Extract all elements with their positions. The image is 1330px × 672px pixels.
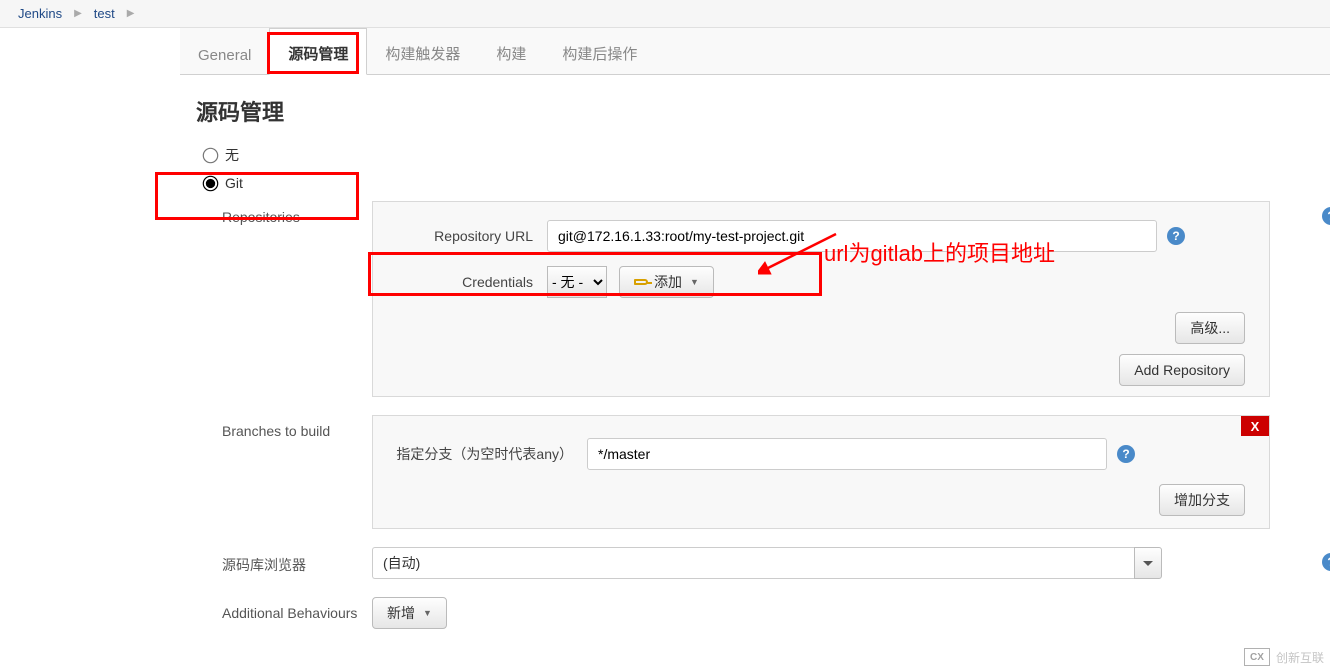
select-credentials[interactable]: - 无 - — [547, 266, 607, 298]
input-repo-url[interactable] — [547, 220, 1157, 252]
help-icon[interactable]: ? — [1167, 227, 1185, 245]
chevron-right-icon: ▶ — [70, 8, 86, 19]
add-repository-button[interactable]: Add Repository — [1119, 354, 1245, 386]
tab-scm[interactable]: 源码管理 — [269, 28, 367, 75]
help-icon[interactable]: ? — [1117, 445, 1135, 463]
chevron-down-icon: ▼ — [423, 608, 432, 618]
chevron-right-icon: ▶ — [123, 8, 139, 19]
scm-option-none[interactable]: 无 — [196, 145, 1310, 165]
breadcrumb-jenkins[interactable]: Jenkins — [10, 6, 70, 21]
breadcrumb: Jenkins ▶ test ▶ — [0, 0, 1330, 28]
label-repo-browser: 源码库浏览器 — [222, 547, 372, 575]
add-branch-button[interactable]: 增加分支 — [1159, 484, 1245, 516]
radio-none[interactable] — [203, 147, 219, 163]
key-icon — [634, 279, 648, 285]
label-additional-behaviours: Additional Behaviours — [222, 597, 372, 621]
add-behaviour-button[interactable]: 新增 ▼ — [372, 597, 447, 629]
repository-panel: Repository URL ? Credentials - 无 - 添加 — [372, 201, 1270, 397]
repo-browser-value: (自动) — [372, 547, 1134, 579]
tab-build[interactable]: 构建 — [478, 29, 544, 74]
config-tabs: General 源码管理 构建触发器 构建 构建后操作 — [180, 28, 1330, 75]
advanced-button[interactable]: 高级... — [1175, 312, 1245, 344]
radio-none-label: 无 — [225, 145, 239, 165]
watermark-text: 创新互联 — [1276, 649, 1324, 666]
input-branch-spec[interactable] — [587, 438, 1107, 470]
label-repositories: Repositories — [222, 201, 372, 225]
label-credentials: Credentials — [387, 274, 547, 290]
select-repo-browser[interactable]: (自动) — [372, 547, 1162, 579]
help-icon[interactable]: ? — [1322, 207, 1330, 225]
help-icon[interactable]: ? — [1322, 553, 1330, 571]
scm-option-git[interactable]: Git — [196, 175, 1310, 191]
add-credentials-label: 添加 — [654, 272, 682, 292]
tab-triggers[interactable]: 构建触发器 — [367, 29, 478, 74]
radio-git-label: Git — [225, 175, 243, 191]
add-behaviour-label: 新增 — [387, 603, 415, 623]
breadcrumb-test[interactable]: test — [86, 6, 123, 21]
chevron-down-icon[interactable] — [1134, 547, 1162, 579]
watermark: CX 创新互联 — [1244, 648, 1324, 666]
chevron-down-icon: ▼ — [690, 277, 699, 287]
label-branch-spec: 指定分支（为空时代表any） — [387, 444, 587, 464]
tab-general[interactable]: General — [180, 33, 269, 74]
tab-post-build[interactable]: 构建后操作 — [544, 29, 655, 74]
section-title-scm: 源码管理 — [196, 95, 1310, 127]
branch-panel: X 指定分支（为空时代表any） ? 增加分支 — [372, 415, 1270, 529]
delete-branch-button[interactable]: X — [1241, 416, 1269, 436]
label-repo-url: Repository URL — [387, 228, 547, 244]
label-branches: Branches to build — [222, 415, 372, 439]
watermark-logo-icon: CX — [1244, 648, 1270, 666]
radio-git[interactable] — [203, 175, 219, 191]
add-credentials-button[interactable]: 添加 ▼ — [619, 266, 714, 298]
